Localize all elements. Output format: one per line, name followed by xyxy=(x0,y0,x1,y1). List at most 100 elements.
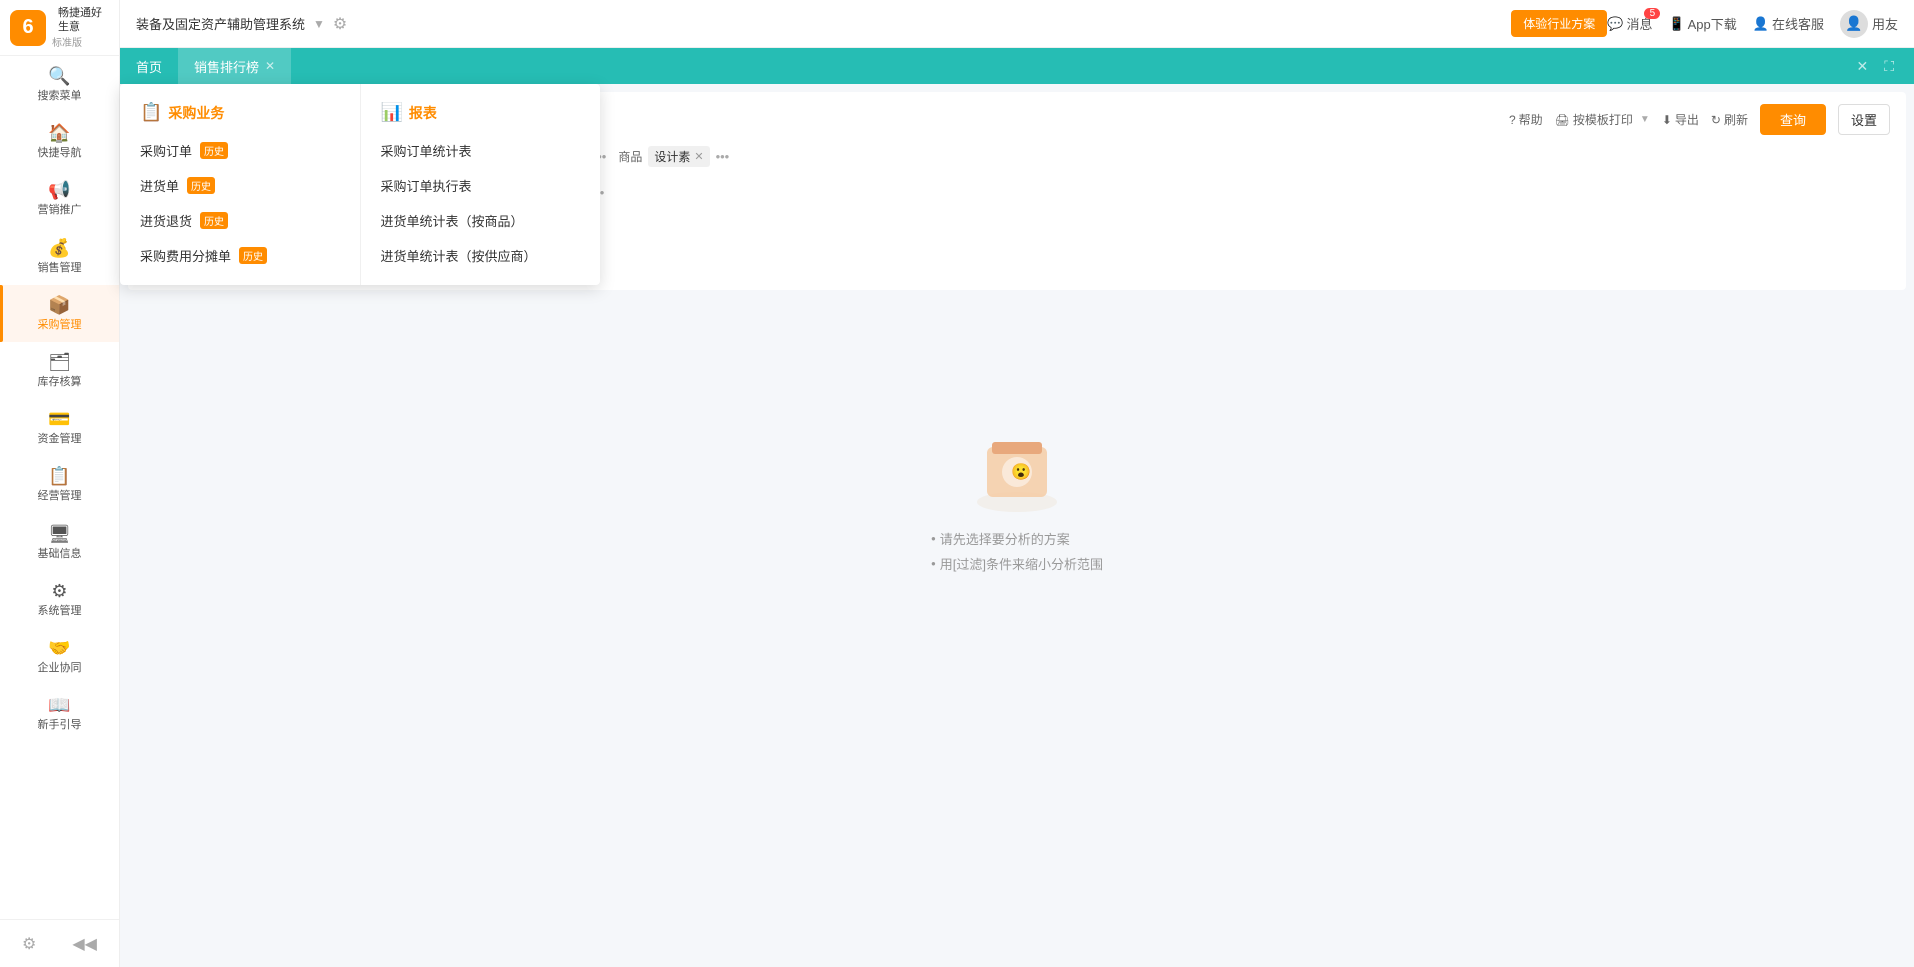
sidebar-item-newbie[interactable]: 📖 新手引导 xyxy=(0,685,119,742)
logo-icon: 6 xyxy=(10,10,46,46)
report-header: 📊 报表 xyxy=(361,96,601,133)
system-label: 系统管理 xyxy=(38,605,82,618)
return-label: 进货退货 xyxy=(140,211,192,230)
phone-icon: 📱 xyxy=(1668,16,1684,32)
system-icon: ⚙ xyxy=(51,581,67,602)
topbar-dropdown-arrow[interactable]: ▼ xyxy=(313,17,325,31)
logo-text: 畅捷通好生意 xyxy=(58,6,109,35)
newbie-icon: 📖 xyxy=(48,695,70,716)
report-incoming-goods-label: 进货单统计表（按商品） xyxy=(381,211,524,230)
tabs-close-all[interactable]: ✕ xyxy=(1856,58,1868,75)
enterprise-icon: 🤝 xyxy=(48,638,70,659)
goods-field: 商品 设计素 ✕ ••• xyxy=(618,146,729,167)
sidebar-item-basic[interactable]: 🖥 基础信息 xyxy=(0,514,119,571)
app-download-label: App下载 xyxy=(1688,14,1737,33)
sidebar-item-inventory[interactable]: 🗂库存核算 xyxy=(0,342,119,399)
purchase-icon: 📦 xyxy=(48,295,70,316)
search-icon: 🔍 xyxy=(48,66,70,87)
incoming-item[interactable]: 进货单 历史 xyxy=(120,168,360,203)
sidebar-item-system[interactable]: ⚙ 系统管理 xyxy=(0,571,119,628)
tab-sales-rank-close[interactable]: ✕ xyxy=(265,59,275,73)
basic-label: 基础信息 xyxy=(38,548,82,561)
report-order-stat-label: 采购订单统计表 xyxy=(381,141,472,160)
incoming-history[interactable]: 历史 xyxy=(187,177,215,194)
quick-icon: 🏠 xyxy=(48,123,70,144)
topbar-title: 装备及固定资产辅助管理系统 ▼ ⚙ xyxy=(136,14,1503,34)
report-header-icon: 📊 xyxy=(381,102,403,123)
export-icon: ⬇ xyxy=(1662,113,1672,127)
report-incoming-goods[interactable]: 进货单统计表（按商品） xyxy=(361,203,601,238)
print-btn[interactable]: 🖨 按模板打印 ▼ xyxy=(1555,111,1650,128)
marketing-label: 营销推广 xyxy=(38,204,82,217)
industry-btn[interactable]: 体验行业方案 xyxy=(1511,10,1607,37)
topbar: 装备及固定资产辅助管理系统 ▼ ⚙ 体验行业方案 💬 消息 5 📱 App下载 … xyxy=(120,0,1914,48)
report-incoming-supplier[interactable]: 进货单统计表（按供应商） xyxy=(361,238,601,273)
system-title: 装备及固定资产辅助管理系统 xyxy=(136,14,305,33)
message-btn[interactable]: 💬 消息 5 xyxy=(1607,14,1652,33)
topbar-settings-icon[interactable]: ⚙ xyxy=(333,14,347,34)
online-service-btn[interactable]: 👤 在线客服 xyxy=(1753,14,1824,33)
expense-history[interactable]: 历史 xyxy=(239,247,267,264)
return-item[interactable]: 进货退货 历史 xyxy=(120,203,360,238)
sidebar-nav: 🔍搜索菜单🏠快捷导航📢营销推广 💰 销售管理 📦采购管理🗂库存核算💳资金管理📋经营管理… xyxy=(0,56,119,919)
newbie-label: 新手引导 xyxy=(38,719,82,732)
sidebar-item-operations[interactable]: 📋经营管理 xyxy=(0,456,119,513)
goods-label: 商品 xyxy=(618,148,642,165)
purchase-dropdown-menu: 📋 采购业务 采购订单 历史 进货单 历史 进货退货 历史 采购费用分摊单 历史… xyxy=(120,84,600,285)
collapse-footer-icon[interactable]: ◀◀ xyxy=(72,934,97,954)
sidebar-item-quick[interactable]: 🏠快捷导航 xyxy=(0,113,119,170)
report-col: 📊 报表 采购订单统计表 采购订单执行表 进货单统计表（按商品） 进货单统计表（… xyxy=(361,84,601,285)
purchase-header-icon: 📋 xyxy=(140,102,162,123)
refresh-btn[interactable]: ↻ 刷新 xyxy=(1711,111,1748,128)
user-menu[interactable]: 👤 用友 xyxy=(1840,10,1898,38)
expense-item[interactable]: 采购费用分摊单 历史 xyxy=(120,238,360,273)
query-btn[interactable]: 查询 xyxy=(1760,104,1826,135)
report-order-exec-label: 采购订单执行表 xyxy=(381,176,472,195)
svg-text:😮: 😮 xyxy=(1011,463,1031,481)
report-title: 报表 xyxy=(409,103,437,123)
tab-home[interactable]: 首页 xyxy=(120,48,178,84)
service-icon: 👤 xyxy=(1753,16,1769,32)
purchase-order-label: 采购订单 xyxy=(140,141,192,160)
sidebar-item-sales[interactable]: 💰 销售管理 xyxy=(0,228,119,285)
sidebar-item-purchase[interactable]: 📦采购管理 xyxy=(0,285,119,342)
sidebar-footer: ⚙ ◀◀ xyxy=(0,919,119,967)
purchase-col: 📋 采购业务 采购订单 历史 进货单 历史 进货退货 历史 采购费用分摊单 历史 xyxy=(120,84,361,285)
tab-sales-rank[interactable]: 销售排行榜 ✕ xyxy=(178,48,291,84)
report-order-exec[interactable]: 采购订单执行表 xyxy=(361,168,601,203)
goods-tag-close[interactable]: ✕ xyxy=(694,150,703,163)
purchase-header: 📋 采购业务 xyxy=(120,96,360,133)
capital-icon: 💳 xyxy=(48,409,70,430)
goods-dots[interactable]: ••• xyxy=(716,149,730,164)
set-btn[interactable]: 设置 xyxy=(1838,104,1890,135)
export-label: 导出 xyxy=(1675,111,1699,128)
incoming-label: 进货单 xyxy=(140,176,179,195)
tabs-bar: 首页 销售排行榜 ✕ ✕ ⛶ xyxy=(120,48,1914,84)
sales-label: 销售管理 xyxy=(38,262,82,275)
active-indicator xyxy=(0,285,3,342)
empty-hint-1: 请先选择要分析的方案 xyxy=(931,529,1103,548)
purchase-order-history[interactable]: 历史 xyxy=(200,142,228,159)
message-badge: 5 xyxy=(1644,8,1660,19)
help-btn[interactable]: ? 帮助 xyxy=(1509,111,1543,128)
return-history[interactable]: 历史 xyxy=(200,212,228,229)
sidebar-item-search[interactable]: 🔍搜索菜单 xyxy=(0,56,119,113)
tabs-expand[interactable]: ⛶ xyxy=(1884,58,1894,75)
sales-icon: 💰 xyxy=(48,238,70,259)
print-chevron: ▼ xyxy=(1640,114,1650,125)
expense-label: 采购费用分摊单 xyxy=(140,246,231,265)
app-download-btn[interactable]: 📱 App下载 xyxy=(1668,14,1736,33)
basic-icon: 🖥 xyxy=(48,524,71,545)
report-incoming-supplier-label: 进货单统计表（按供应商） xyxy=(381,246,537,265)
goods-tag: 设计素 ✕ xyxy=(648,146,709,167)
purchase-title: 采购业务 xyxy=(168,103,224,123)
sidebar-item-marketing[interactable]: 📢营销推广 xyxy=(0,170,119,227)
sidebar-item-capital[interactable]: 💳资金管理 xyxy=(0,399,119,456)
report-order-stat[interactable]: 采购订单统计表 xyxy=(361,133,601,168)
tab-sales-rank-label: 销售排行榜 xyxy=(194,57,259,76)
export-btn[interactable]: ⬇ 导出 xyxy=(1662,111,1699,128)
settings-footer-icon[interactable]: ⚙ xyxy=(22,934,36,954)
purchase-order-item[interactable]: 采购订单 历史 xyxy=(120,133,360,168)
print-icon: 🖨 xyxy=(1555,113,1570,127)
sidebar-item-enterprise[interactable]: 🤝企业协同 xyxy=(0,628,119,685)
